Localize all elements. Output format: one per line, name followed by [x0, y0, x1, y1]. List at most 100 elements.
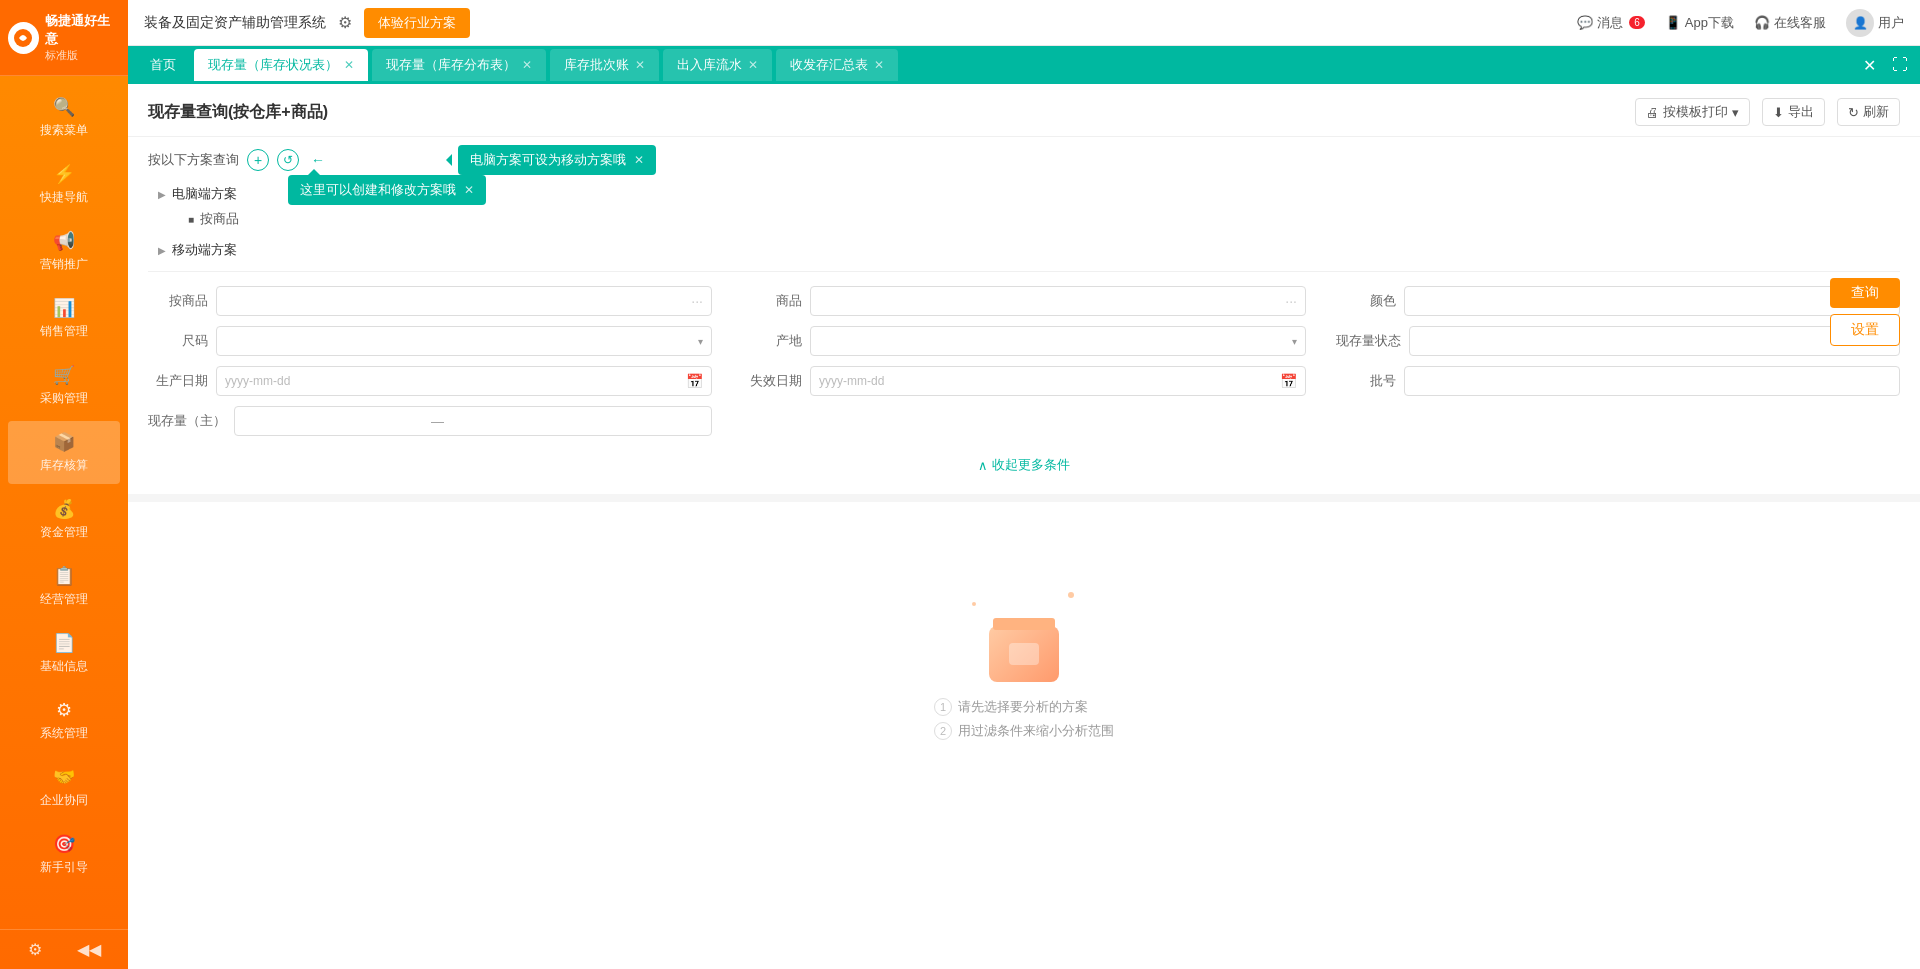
sidebar-item-purchase[interactable]: 🛒 采购管理: [8, 354, 120, 417]
filter-arrow-btn[interactable]: ←: [307, 149, 329, 171]
sidebar-bottom: ⚙ ◀◀: [0, 929, 128, 969]
tab-flow-close[interactable]: ✕: [748, 58, 758, 72]
query-btn[interactable]: 查询: [1830, 278, 1900, 308]
tab-summary-close[interactable]: ✕: [874, 58, 884, 72]
sidebar-item-newbie-label: 新手引导: [40, 859, 88, 876]
settings-icon[interactable]: ⚙: [338, 13, 352, 32]
sidebar-item-sales-label: 销售管理: [40, 323, 88, 340]
user-action[interactable]: 👤 用户: [1846, 9, 1904, 37]
sparkle-2: [972, 602, 976, 606]
prod-date-input[interactable]: yyyy-mm-dd 📅: [216, 366, 712, 396]
mobile-scheme-label: 移动端方案: [172, 241, 237, 259]
reset-btn[interactable]: 设置: [1830, 314, 1900, 346]
page-header-actions: 🖨 按模板打印 ▾ ⬇ 导出 ↻ 刷新: [1635, 98, 1900, 126]
refresh-icon: ↻: [1848, 105, 1859, 120]
batch-input[interactable]: [1404, 366, 1900, 396]
tab-inventory-status-close[interactable]: ✕: [344, 58, 354, 72]
tab-summary[interactable]: 收发存汇总表 ✕: [776, 49, 898, 81]
sidebar-item-finance[interactable]: 💰 资金管理: [8, 488, 120, 551]
refresh-btn[interactable]: ↻ 刷新: [1837, 98, 1900, 126]
tab-flow[interactable]: 出入库流水 ✕: [663, 49, 772, 81]
app-logo-icon: [8, 22, 39, 54]
collapse-btn[interactable]: ∧ 收起更多条件: [978, 456, 1070, 474]
section-divider: [128, 494, 1920, 502]
scheme-sub-item[interactable]: ■ 按商品: [158, 207, 1900, 231]
app-download-action[interactable]: 📱 App下载: [1665, 14, 1734, 32]
tab-home[interactable]: 首页: [136, 49, 190, 81]
empty-box: [989, 626, 1059, 682]
tab-bar: 首页 现存量（库存状况表） ✕ 现存量（库存分布表） ✕ 库存批次账 ✕ 出入库…: [128, 46, 1920, 84]
tab-inventory-dist[interactable]: 现存量（库存分布表） ✕: [372, 49, 546, 81]
quick-nav-icon: ⚡: [53, 163, 75, 185]
tab-inventory-status[interactable]: 现存量（库存状况表） ✕: [194, 49, 368, 81]
sidebar-item-basic-info[interactable]: 📄 基础信息: [8, 622, 120, 685]
filter-refresh-btn[interactable]: ↺: [277, 149, 299, 171]
batch-label: 批号: [1336, 372, 1396, 390]
sidebar-item-search[interactable]: 🔍 搜索菜单: [8, 86, 120, 149]
warehouse-label: 按商品: [148, 292, 208, 310]
main-area: 装备及固定资产辅助管理系统 ⚙ 体验行业方案 💬 消息 6 📱 App下载 🎧 …: [128, 0, 1920, 969]
field-qty: 现存量（主） —: [148, 406, 712, 436]
page-title: 现存量查询(按仓库+商品): [148, 102, 328, 123]
experience-btn[interactable]: 体验行业方案: [364, 8, 470, 38]
tooltip2-close[interactable]: ✕: [464, 183, 474, 197]
tab-expand-btn[interactable]: ⛶: [1888, 54, 1912, 77]
goods-input[interactable]: ···: [810, 286, 1306, 316]
print-btn[interactable]: 🖨 按模板打印 ▾: [1635, 98, 1750, 126]
expire-date-input[interactable]: yyyy-mm-dd 📅: [810, 366, 1306, 396]
size-select[interactable]: ▾: [216, 326, 712, 356]
field-warehouse: 按商品 ···: [148, 286, 712, 316]
sidebar-item-sales[interactable]: 📊 销售管理: [8, 287, 120, 350]
origin-select[interactable]: ▾: [810, 326, 1306, 356]
collapse-row: ∧ 收起更多条件: [148, 448, 1900, 482]
header-right: 💬 消息 6 📱 App下载 🎧 在线客服 👤 用户: [1577, 9, 1904, 37]
export-btn[interactable]: ⬇ 导出: [1762, 98, 1825, 126]
sidebar-item-system[interactable]: ⚙ 系统管理: [8, 689, 120, 752]
message-action[interactable]: 💬 消息 6: [1577, 14, 1645, 32]
tab-batch-close[interactable]: ✕: [635, 58, 645, 72]
newbie-icon: 🎯: [53, 833, 75, 855]
sidebar-item-inventory[interactable]: 📦 库存核算: [8, 421, 120, 484]
inventory-icon: 📦: [53, 431, 75, 453]
tooltip1-close[interactable]: ✕: [634, 153, 644, 167]
sidebar-item-quick-nav-label: 快捷导航: [40, 189, 88, 206]
pc-scheme-label: 电脑端方案: [172, 185, 237, 203]
hint-num-2: 2: [934, 722, 952, 740]
expire-date-label: 失效日期: [742, 372, 802, 390]
online-service-action[interactable]: 🎧 在线客服: [1754, 14, 1826, 32]
stock-status-select[interactable]: ▾: [1409, 326, 1900, 356]
scheme-mobile-item[interactable]: ▶ 移动端方案: [158, 237, 1900, 263]
warehouse-input[interactable]: ···: [216, 286, 712, 316]
stock-status-label: 现存量状态: [1336, 332, 1401, 350]
empty-box-face: [1009, 643, 1039, 665]
finance-icon: 💰: [53, 498, 75, 520]
color-select[interactable]: ▾: [1404, 286, 1900, 316]
qty-max-input[interactable]: [448, 414, 632, 429]
sidebar-item-cooperation[interactable]: 🤝 企业协同: [8, 756, 120, 819]
field-goods: 商品 ···: [742, 286, 1306, 316]
sidebar-item-quick-nav[interactable]: ⚡ 快捷导航: [8, 153, 120, 216]
filter-label: 按以下方案查询: [148, 151, 239, 169]
empty-state: 1 请先选择要分析的方案 2 用过滤条件来缩小分析范围: [128, 502, 1920, 800]
qty-min-input[interactable]: [243, 414, 427, 429]
filter-add-btn[interactable]: +: [247, 149, 269, 171]
sidebar-item-operations[interactable]: 📋 经营管理: [8, 555, 120, 618]
prod-date-label: 生产日期: [148, 372, 208, 390]
sales-icon: 📊: [53, 297, 75, 319]
user-avatar: 👤: [1846, 9, 1874, 37]
sidebar-item-marketing[interactable]: 📢 营销推广: [8, 220, 120, 283]
scheme-tree: ▶ 电脑端方案 这里可以创建和修改方案哦 ✕ ■ 按商品 ▶ 移动端方案: [148, 181, 1900, 263]
marketing-icon: 📢: [53, 230, 75, 252]
system-icon: ⚙: [56, 699, 72, 721]
scheme-pc-item[interactable]: ▶ 电脑端方案 这里可以创建和修改方案哦 ✕: [158, 181, 1900, 207]
tab-inventory-dist-close[interactable]: ✕: [522, 58, 532, 72]
hint-text-2: 用过滤条件来缩小分析范围: [958, 722, 1114, 740]
tab-batch[interactable]: 库存批次账 ✕: [550, 49, 659, 81]
field-color: 颜色 ▾: [1336, 286, 1900, 316]
tab-close-all-btn[interactable]: ✕: [1859, 54, 1880, 77]
sidebar-collapse-btn[interactable]: ◀◀: [77, 940, 101, 959]
sidebar-settings-btn[interactable]: ⚙: [28, 940, 42, 959]
sidebar-item-marketing-label: 营销推广: [40, 256, 88, 273]
sidebar-item-newbie[interactable]: 🎯 新手引导: [8, 823, 120, 886]
size-dropdown-icon: ▾: [698, 336, 703, 347]
